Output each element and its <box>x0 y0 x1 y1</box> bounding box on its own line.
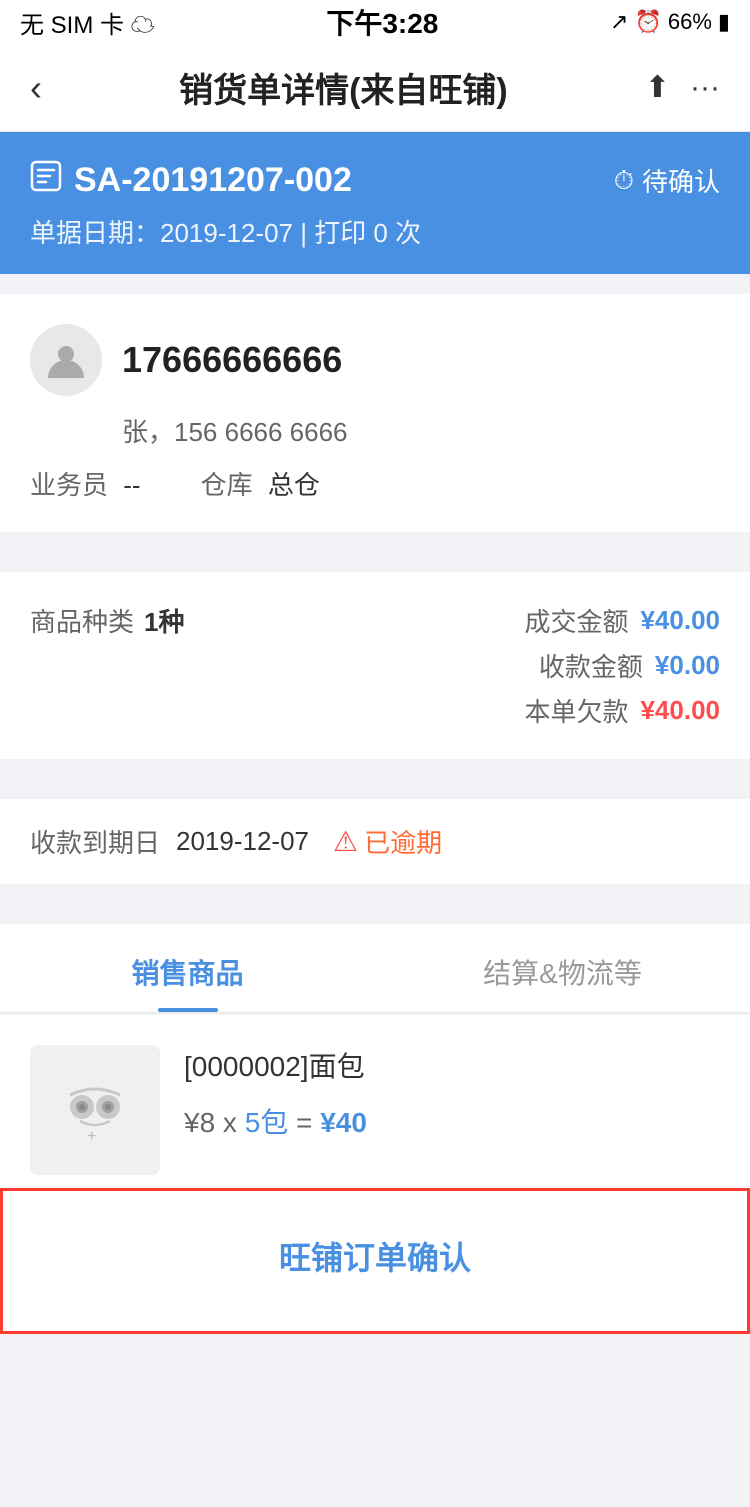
order-id-row: SA-20191207-002 ⏱ 待确认 <box>30 160 720 201</box>
more-icon[interactable]: ··· <box>690 71 720 105</box>
share-icon[interactable]: ⬆ <box>645 70 670 105</box>
due-date-card: 收款到期日 2019-12-07 ⚠ 已逾期 <box>0 799 750 884</box>
nav-bar: ‹ 销货单详情(来自旺铺) ⬆ ··· <box>0 44 750 132</box>
due-date-label: 收款到期日 <box>30 823 160 860</box>
status-left: 无 SIM 卡 ☁ <box>20 5 155 40</box>
order-status: ⏱ 待确认 <box>614 162 720 199</box>
page-title: 销货单详情(来自旺铺) <box>179 63 508 112</box>
due-date-value: 2019-12-07 <box>176 826 309 857</box>
order-header: SA-20191207-002 ⏱ 待确认 单据日期：2019-12-07 | … <box>0 132 750 274</box>
back-button[interactable]: ‹ <box>30 67 42 109</box>
status-time: 下午3:28 <box>326 2 438 42</box>
warning-icon: ⚠ <box>333 825 358 858</box>
avatar <box>30 324 102 396</box>
tab-settlement[interactable]: 结算&物流等 <box>375 924 750 1012</box>
customer-name: 张，156 6666 6666 <box>30 412 720 449</box>
order-id: SA-20191207-002 <box>30 160 352 201</box>
divider-3 <box>0 884 750 904</box>
deal-amount-row: 成交金额 ¥40.00 <box>524 602 720 639</box>
salesperson-label: 业务员 -- <box>30 465 141 502</box>
order-icon <box>30 160 62 201</box>
svg-text:+: + <box>87 1128 96 1145</box>
customer-meta: 业务员 -- 仓库 总仓 <box>30 465 720 502</box>
summary-left: 商品种类 1种 <box>30 602 184 639</box>
warehouse-label: 仓库 总仓 <box>201 465 320 502</box>
product-section: + [0000002]面包 ¥8 x 5包 = ¥40 <box>0 1015 750 1205</box>
status-bar: 无 SIM 卡 ☁ 下午3:28 ↗ ⏰ 66% ▮ <box>0 0 750 44</box>
location-icon: ↗ <box>610 9 628 35</box>
alarm-icon: ⏰ <box>634 9 661 35</box>
divider-1 <box>0 532 750 552</box>
confirm-order-button[interactable]: 旺铺订单确认 <box>33 1211 717 1301</box>
divider-2 <box>0 759 750 779</box>
battery-level: 66% <box>668 9 712 35</box>
summary-right: 成交金额 ¥40.00 收款金额 ¥0.00 本单欠款 ¥40.00 <box>524 602 720 729</box>
nav-actions: ⬆ ··· <box>645 70 720 105</box>
overdue-label: 已逾期 <box>364 823 442 860</box>
product-type-row: 商品种类 1种 <box>30 602 184 639</box>
customer-phone: 17666666666 <box>122 339 342 381</box>
customer-card: 17666666666 张，156 6666 6666 业务员 -- 仓库 总仓 <box>0 294 750 532</box>
summary-card: 商品种类 1种 成交金额 ¥40.00 收款金额 ¥0.00 本单欠款 ¥40.… <box>0 572 750 759</box>
product-name: [0000002]面包 <box>184 1045 720 1085</box>
overdue-badge: ⚠ 已逾期 <box>333 823 442 860</box>
confirm-btn-wrap: 旺铺订单确认 <box>0 1188 750 1334</box>
product-item: + [0000002]面包 ¥8 x 5包 = ¥40 <box>30 1045 720 1175</box>
tab-bar: 销售商品 结算&物流等 <box>0 924 750 1013</box>
owed-amount-row: 本单欠款 ¥40.00 <box>524 692 720 729</box>
received-amount-row: 收款金额 ¥0.00 <box>539 647 720 684</box>
tab-sales-products[interactable]: 销售商品 <box>0 924 375 1012</box>
product-price: ¥8 x 5包 = ¥40 <box>184 1101 720 1141</box>
product-info: [0000002]面包 ¥8 x 5包 = ¥40 <box>184 1045 720 1141</box>
clock-icon: ⏱ <box>614 165 634 197</box>
customer-row: 17666666666 <box>30 324 720 396</box>
product-thumbnail: + <box>30 1045 160 1175</box>
sim-status: 无 SIM 卡 ☁ <box>20 5 155 40</box>
battery-icon: ▮ <box>718 9 730 35</box>
order-date: 单据日期：2019-12-07 | 打印 0 次 <box>30 213 720 250</box>
status-right: ↗ ⏰ 66% ▮ <box>610 9 730 35</box>
